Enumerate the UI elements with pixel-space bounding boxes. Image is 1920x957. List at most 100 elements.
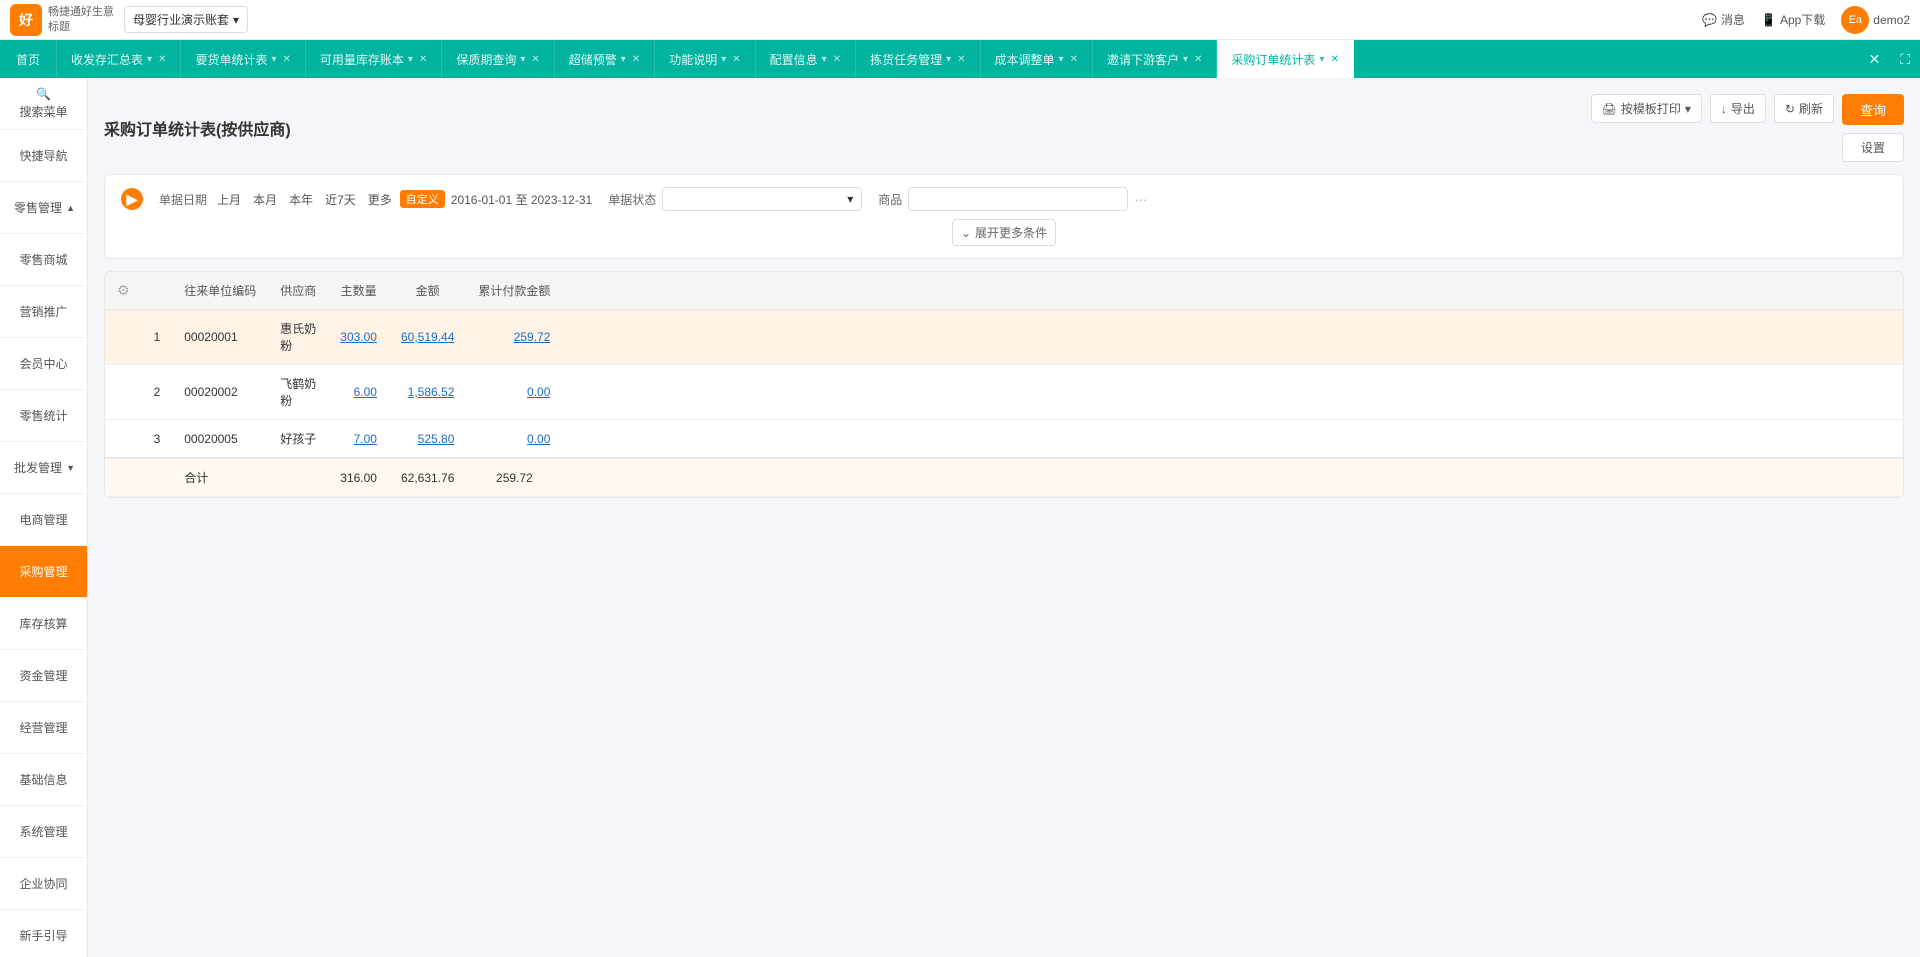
user-area[interactable]: Ea demo2 (1841, 6, 1910, 34)
tab-home[interactable]: 首页 (0, 40, 57, 78)
sidebar-item-retail-mall[interactable]: 零售商城 (0, 234, 87, 286)
tab-available-inventory[interactable]: 可用量库存账本 ▾ ✕ (306, 40, 442, 78)
close-icon[interactable]: ✕ (419, 54, 427, 65)
settings-icon[interactable]: ⚙ (117, 282, 130, 298)
row-cumulative-paid-cell[interactable]: 0.00 (466, 365, 562, 420)
goods-input[interactable] (908, 187, 1128, 211)
workspace-selector[interactable]: 母婴行业演示账套 ▾ (124, 6, 248, 33)
print-button[interactable]: 🖨 按模板打印 ▾ (1591, 94, 1702, 123)
row-amount-cell[interactable]: 1,586.52 (389, 365, 466, 420)
row-cumulative-paid-cell[interactable]: 0.00 (466, 420, 562, 459)
close-icon[interactable]: ✕ (833, 54, 841, 65)
footer-main-qty: 316.00 (328, 458, 389, 497)
query-button[interactable]: 查询 (1842, 94, 1904, 125)
shortcut-this-month[interactable]: 本月 (249, 189, 281, 210)
close-window-btn[interactable]: ✕ (1858, 51, 1890, 68)
tab-cost-adjust[interactable]: 成本调整单 ▾ ✕ (981, 40, 1093, 78)
more-options-icon[interactable]: ··· (1134, 192, 1147, 207)
row-cumulative-paid-cell[interactable]: 259.72 (466, 310, 562, 365)
custom-date-tag[interactable]: 自定义 (400, 190, 445, 208)
sidebar-item-basic-info[interactable]: 基础信息 (0, 754, 87, 806)
sidebar-item-purchase[interactable]: 采购管理 (0, 546, 87, 598)
close-icon[interactable]: ✕ (957, 54, 965, 65)
row-index-cell: 1 (142, 310, 173, 365)
close-icon[interactable]: ✕ (1330, 54, 1338, 65)
expand-conditions-btn[interactable]: ⌄ 展开更多条件 (952, 219, 1056, 246)
table-row[interactable]: 1 00020001 惠氏奶粉 303.00 60,519.44 259.72 (105, 310, 1903, 365)
refresh-button[interactable]: ↻ 刷新 (1774, 94, 1834, 123)
status-select[interactable]: ▾ (662, 187, 862, 211)
table-header-row: ⚙ 往来单位编码 供应商 主数量 金额 累计付款金额 (105, 272, 1903, 310)
th-index (142, 272, 173, 310)
sidebar-item-ecommerce[interactable]: 电商管理 (0, 494, 87, 546)
footer-amount: 62,631.76 (389, 458, 466, 497)
shortcut-more[interactable]: 更多 (364, 189, 396, 210)
shortcut-this-year[interactable]: 本年 (285, 189, 317, 210)
message-icon: 💬 (1702, 13, 1717, 27)
top-bar-left: 好 畅捷通好生意 标题 母婴行业演示账套 ▾ (10, 4, 248, 36)
footer-extra-col (562, 458, 1903, 497)
tab-order-summary[interactable]: 要货单统计表 ▾ ✕ (181, 40, 305, 78)
refresh-icon: ↻ (1785, 102, 1795, 116)
close-icon[interactable]: ✕ (531, 54, 539, 65)
tab-picking-task[interactable]: 拣货任务管理 ▾ ✕ (856, 40, 980, 78)
close-icon[interactable]: ✕ (283, 54, 291, 65)
sidebar-item-system[interactable]: 系统管理 (0, 806, 87, 858)
row-main-qty-cell[interactable]: 303.00 (328, 310, 389, 365)
sidebar-item-search[interactable]: 🔍 搜索菜单 (0, 78, 87, 130)
filter-toggle-btn[interactable]: ▶ (121, 188, 143, 210)
page-title: 采购订单统计表(按供应商) (104, 116, 291, 140)
tab-arrow: ▾ (271, 54, 276, 65)
export-button[interactable]: ↓ 导出 (1710, 94, 1766, 123)
message-btn[interactable]: 💬 消息 (1702, 11, 1745, 28)
tab-function-desc[interactable]: 功能说明 ▾ ✕ (655, 40, 755, 78)
close-icon[interactable]: ✕ (1070, 54, 1078, 65)
shortcut-7days[interactable]: 近7天 (321, 189, 360, 210)
sidebar-item-quick-nav[interactable]: 快捷导航 (0, 130, 87, 182)
tab-config-info[interactable]: 配置信息 ▾ ✕ (756, 40, 856, 78)
logo-area: 好 畅捷通好生意 标题 (10, 4, 114, 36)
sidebar-item-wholesale[interactable]: 批发管理 ▼ (0, 442, 87, 494)
close-icon[interactable]: ✕ (732, 54, 740, 65)
sidebar-item-new-guide[interactable]: 新手引导 (0, 910, 87, 957)
footer-cumulative-paid: 259.72 (466, 458, 562, 497)
row-main-qty-cell[interactable]: 6.00 (328, 365, 389, 420)
footer-settings-col (105, 458, 142, 497)
settings-button[interactable]: 设置 (1842, 133, 1904, 162)
sidebar-item-enterprise[interactable]: 企业协同 (0, 858, 87, 910)
tab-overstock-warning[interactable]: 超储预警 ▾ ✕ (555, 40, 655, 78)
tab-warranty-query[interactable]: 保质期查询 ▾ ✕ (442, 40, 554, 78)
sidebar-item-operations[interactable]: 经营管理 (0, 702, 87, 754)
logo-text: 畅捷通好生意 标题 (48, 5, 114, 34)
close-icon[interactable]: ✕ (632, 54, 640, 65)
tab-invite-downstream[interactable]: 邀请下游客户 ▾ ✕ (1093, 40, 1217, 78)
sidebar-item-finance[interactable]: 资金管理 (0, 650, 87, 702)
table-row[interactable]: 3 00020005 好孩子 7.00 525.80 0.00 (105, 420, 1903, 459)
row-amount-cell[interactable]: 525.80 (389, 420, 466, 459)
row-extra-cell (562, 420, 1903, 459)
th-main-qty: 主数量 (328, 272, 389, 310)
sidebar-item-marketing[interactable]: 营销推广 (0, 286, 87, 338)
app-download-btn[interactable]: 📱 App下载 (1761, 11, 1825, 28)
tab-arrow: ▾ (946, 54, 951, 65)
close-icon[interactable]: ✕ (158, 54, 166, 65)
goods-filter-group: 商品 ··· (878, 187, 1147, 211)
sidebar-item-member[interactable]: 会员中心 (0, 338, 87, 390)
top-bar-right: 💬 消息 📱 App下载 Ea demo2 (1702, 6, 1910, 34)
sidebar-item-retail[interactable]: 零售管理 ▲ (0, 182, 87, 234)
th-settings: ⚙ (105, 272, 142, 310)
row-amount-cell[interactable]: 60,519.44 (389, 310, 466, 365)
sidebar-item-retail-stats[interactable]: 零售统计 (0, 390, 87, 442)
content-area: 采购订单统计表(按供应商) 🖨 按模板打印 ▾ ↓ 导出 ↻ 刷新 (88, 78, 1920, 957)
th-extra (562, 272, 1903, 310)
row-main-qty-cell[interactable]: 7.00 (328, 420, 389, 459)
print-icon: 🖨 (1602, 102, 1617, 116)
table-row[interactable]: 2 00020002 飞鹤奶粉 6.00 1,586.52 0.00 (105, 365, 1903, 420)
close-icon[interactable]: ✕ (1194, 54, 1202, 65)
filter-row: ▶ 单据日期 上月 本月 本年 近7天 更多 自定义 2016-01-01 至 … (121, 187, 1887, 211)
shortcut-last-month[interactable]: 上月 (213, 189, 245, 210)
tab-purchase-summary[interactable]: 采购订单统计表 ▾ ✕ (1217, 40, 1353, 78)
tab-receive-summary[interactable]: 收发存汇总表 ▾ ✕ (57, 40, 181, 78)
maximize-btn[interactable]: ⛶ (1890, 51, 1920, 68)
sidebar-item-inventory[interactable]: 库存核算 (0, 598, 87, 650)
